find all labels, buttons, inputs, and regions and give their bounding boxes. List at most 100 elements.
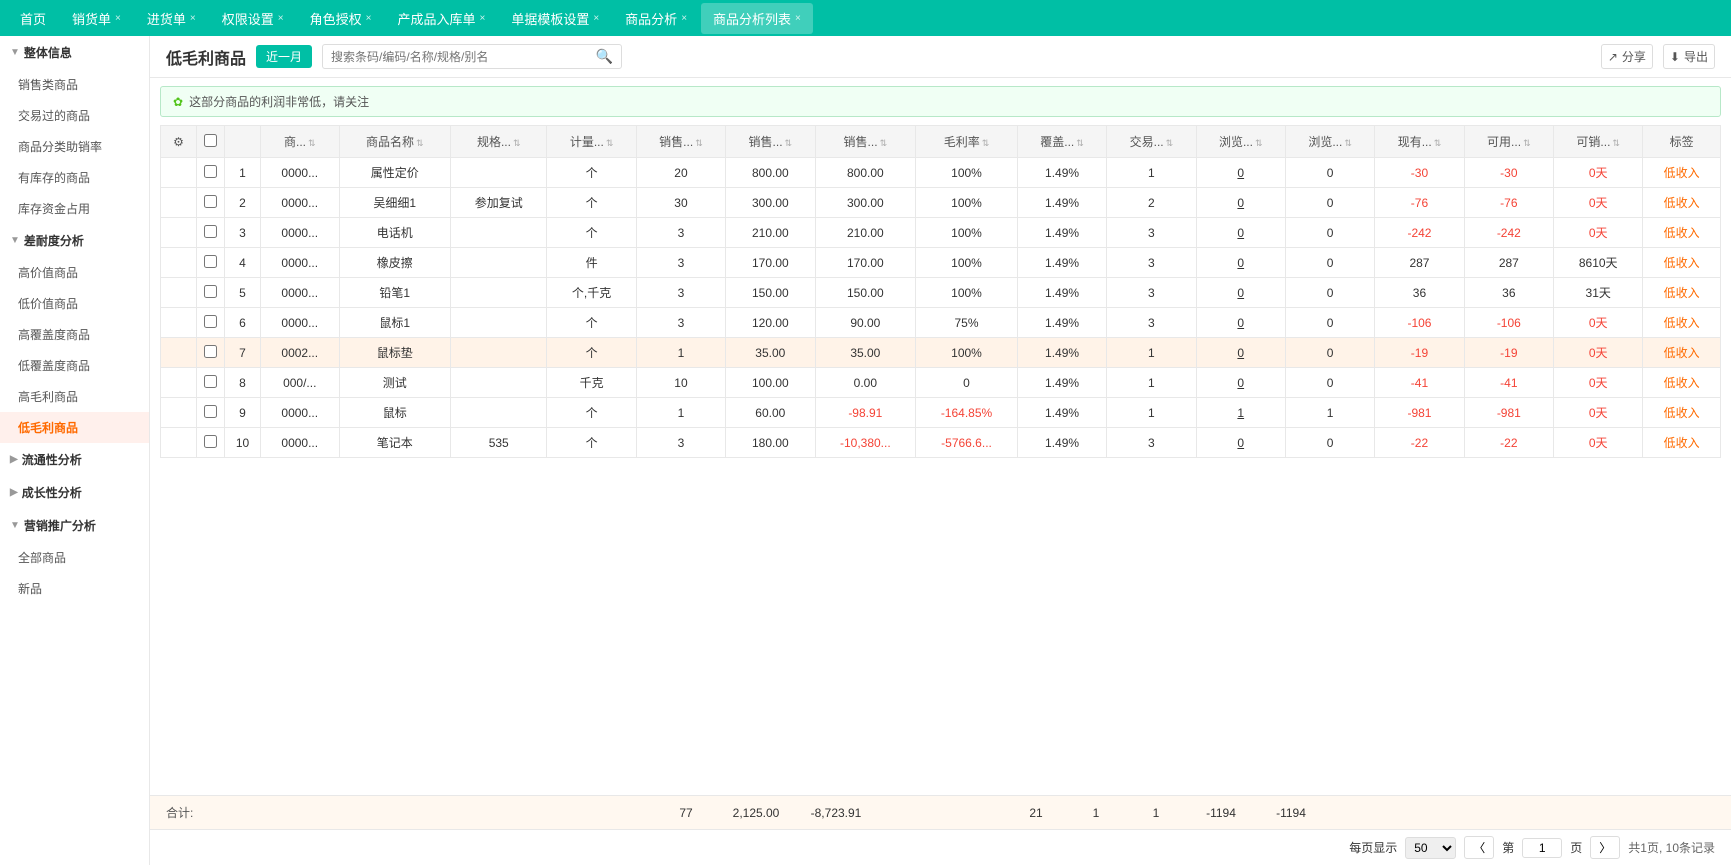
check-all-checkbox[interactable] bbox=[204, 134, 217, 147]
cell-available: -41 bbox=[1464, 368, 1553, 398]
col-trade[interactable]: 交易...⇅ bbox=[1107, 126, 1196, 158]
share-button[interactable]: ↗ 分享 bbox=[1601, 44, 1653, 69]
sidebar-item-high-value[interactable]: 高价值商品 bbox=[0, 257, 149, 288]
sidebar-item-new-goods[interactable]: 新品 bbox=[0, 573, 149, 604]
sidebar-item-all-goods[interactable]: 全部商品 bbox=[0, 542, 149, 573]
nav-template[interactable]: 单据模板设置 × bbox=[499, 3, 611, 34]
close-icon[interactable]: × bbox=[278, 13, 284, 24]
sidebar-item-stock-capital[interactable]: 库存资金占用 bbox=[0, 193, 149, 224]
cell-current: 287 bbox=[1375, 248, 1464, 278]
prev-page-button[interactable]: 〈 bbox=[1464, 836, 1494, 859]
table-row: 4 0000... 橡皮擦 件 3 170.00 170.00 100% 1.4… bbox=[161, 248, 1721, 278]
nav-sales[interactable]: 销货单 × bbox=[60, 3, 133, 34]
close-icon[interactable]: × bbox=[593, 13, 599, 24]
close-icon[interactable]: × bbox=[190, 13, 196, 24]
page-size-select[interactable]: 50 100 200 bbox=[1405, 837, 1456, 859]
col-saleable[interactable]: 可销...⇅ bbox=[1554, 126, 1643, 158]
cell-view1[interactable]: 0 bbox=[1196, 278, 1285, 308]
row-checkbox[interactable] bbox=[204, 315, 217, 328]
cell-check[interactable] bbox=[197, 158, 225, 188]
search-box[interactable]: 🔍 bbox=[322, 44, 622, 69]
search-icon[interactable]: 🔍 bbox=[596, 48, 613, 65]
sidebar-item-in-stock[interactable]: 有库存的商品 bbox=[0, 162, 149, 193]
col-name[interactable]: 商品名称⇅ bbox=[339, 126, 450, 158]
cell-check[interactable] bbox=[197, 338, 225, 368]
col-settings[interactable]: ⚙ bbox=[161, 126, 197, 158]
sidebar-group-overall[interactable]: ▼ 整体信息 bbox=[0, 36, 149, 69]
sidebar-group-growth[interactable]: ▶ 成长性分析 bbox=[0, 476, 149, 509]
sidebar-item-low-coverage[interactable]: 低覆盖度商品 bbox=[0, 350, 149, 381]
export-button[interactable]: ⬇ 导出 bbox=[1663, 44, 1715, 69]
sidebar-group-marketing[interactable]: ▼ 营销推广分析 bbox=[0, 509, 149, 542]
row-checkbox[interactable] bbox=[204, 345, 217, 358]
sidebar-item-traded-goods[interactable]: 交易过的商品 bbox=[0, 100, 149, 131]
sidebar-item-low-margin[interactable]: 低毛利商品 bbox=[0, 412, 149, 443]
col-check-all[interactable] bbox=[197, 126, 225, 158]
cell-check[interactable] bbox=[197, 218, 225, 248]
nav-permission[interactable]: 权限设置 × bbox=[210, 3, 296, 34]
col-sales-price[interactable]: 销售...⇅ bbox=[726, 126, 815, 158]
close-icon[interactable]: × bbox=[115, 13, 121, 24]
nav-role[interactable]: 角色授权 × bbox=[298, 3, 384, 34]
next-page-button[interactable]: 〉 bbox=[1590, 836, 1620, 859]
sidebar-item-category-rate[interactable]: 商品分类助销率 bbox=[0, 131, 149, 162]
col-coverage[interactable]: 覆盖...⇅ bbox=[1017, 126, 1106, 158]
cell-coverage: 1.49% bbox=[1017, 428, 1106, 458]
cell-view1[interactable]: 0 bbox=[1196, 368, 1285, 398]
row-checkbox[interactable] bbox=[204, 435, 217, 448]
row-checkbox[interactable] bbox=[204, 255, 217, 268]
row-checkbox[interactable] bbox=[204, 405, 217, 418]
nav-analysis[interactable]: 商品分析 × bbox=[613, 3, 699, 34]
cell-view1[interactable]: 0 bbox=[1196, 218, 1285, 248]
cell-view1[interactable]: 0 bbox=[1196, 428, 1285, 458]
cell-tag: 低收入 bbox=[1643, 248, 1721, 278]
cell-view1[interactable]: 1 bbox=[1196, 398, 1285, 428]
row-checkbox[interactable] bbox=[204, 285, 217, 298]
col-gross-rate[interactable]: 毛利率⇅ bbox=[916, 126, 1018, 158]
nav-home[interactable]: 首页 bbox=[8, 3, 58, 34]
row-checkbox[interactable] bbox=[204, 375, 217, 388]
col-current[interactable]: 现有...⇅ bbox=[1375, 126, 1464, 158]
nav-product-in[interactable]: 产成品入库单 × bbox=[385, 3, 497, 34]
cell-view1[interactable]: 0 bbox=[1196, 188, 1285, 218]
date-filter-button[interactable]: 近一月 bbox=[256, 45, 312, 68]
cell-current: -106 bbox=[1375, 308, 1464, 338]
cell-view1[interactable]: 0 bbox=[1196, 308, 1285, 338]
cell-check[interactable] bbox=[197, 308, 225, 338]
close-icon[interactable]: × bbox=[795, 13, 801, 24]
cell-check[interactable] bbox=[197, 188, 225, 218]
col-sales-profit[interactable]: 销售...⇅ bbox=[815, 126, 916, 158]
sidebar-group-tolerance[interactable]: ▼ 差耐度分析 bbox=[0, 224, 149, 257]
nav-analysis-list[interactable]: 商品分析列表 × bbox=[701, 3, 813, 34]
col-code[interactable]: 商...⇅ bbox=[261, 126, 340, 158]
search-input[interactable] bbox=[331, 50, 596, 64]
nav-purchase[interactable]: 进货单 × bbox=[135, 3, 208, 34]
sidebar-item-sales-goods[interactable]: 销售类商品 bbox=[0, 69, 149, 100]
row-checkbox[interactable] bbox=[204, 225, 217, 238]
cell-unit: 个 bbox=[547, 308, 636, 338]
cell-view1[interactable]: 0 bbox=[1196, 338, 1285, 368]
sidebar-item-high-margin[interactable]: 高毛利商品 bbox=[0, 381, 149, 412]
cell-check[interactable] bbox=[197, 428, 225, 458]
col-available[interactable]: 可用...⇅ bbox=[1464, 126, 1553, 158]
close-icon[interactable]: × bbox=[681, 13, 687, 24]
col-view2[interactable]: 浏览...⇅ bbox=[1285, 126, 1374, 158]
sidebar-item-low-value[interactable]: 低价值商品 bbox=[0, 288, 149, 319]
page-number-input[interactable] bbox=[1522, 838, 1562, 858]
close-icon[interactable]: × bbox=[479, 13, 485, 24]
close-icon[interactable]: × bbox=[366, 13, 372, 24]
sidebar-group-flow[interactable]: ▶ 流通性分析 bbox=[0, 443, 149, 476]
cell-check[interactable] bbox=[197, 368, 225, 398]
col-sales-qty[interactable]: 销售...⇅ bbox=[636, 126, 725, 158]
row-checkbox[interactable] bbox=[204, 165, 217, 178]
cell-check[interactable] bbox=[197, 248, 225, 278]
row-checkbox[interactable] bbox=[204, 195, 217, 208]
col-unit[interactable]: 计量...⇅ bbox=[547, 126, 636, 158]
sidebar-item-high-coverage[interactable]: 高覆盖度商品 bbox=[0, 319, 149, 350]
cell-view1[interactable]: 0 bbox=[1196, 158, 1285, 188]
col-spec[interactable]: 规格...⇅ bbox=[451, 126, 547, 158]
cell-check[interactable] bbox=[197, 278, 225, 308]
col-view1[interactable]: 浏览...⇅ bbox=[1196, 126, 1285, 158]
cell-check[interactable] bbox=[197, 398, 225, 428]
cell-view1[interactable]: 0 bbox=[1196, 248, 1285, 278]
